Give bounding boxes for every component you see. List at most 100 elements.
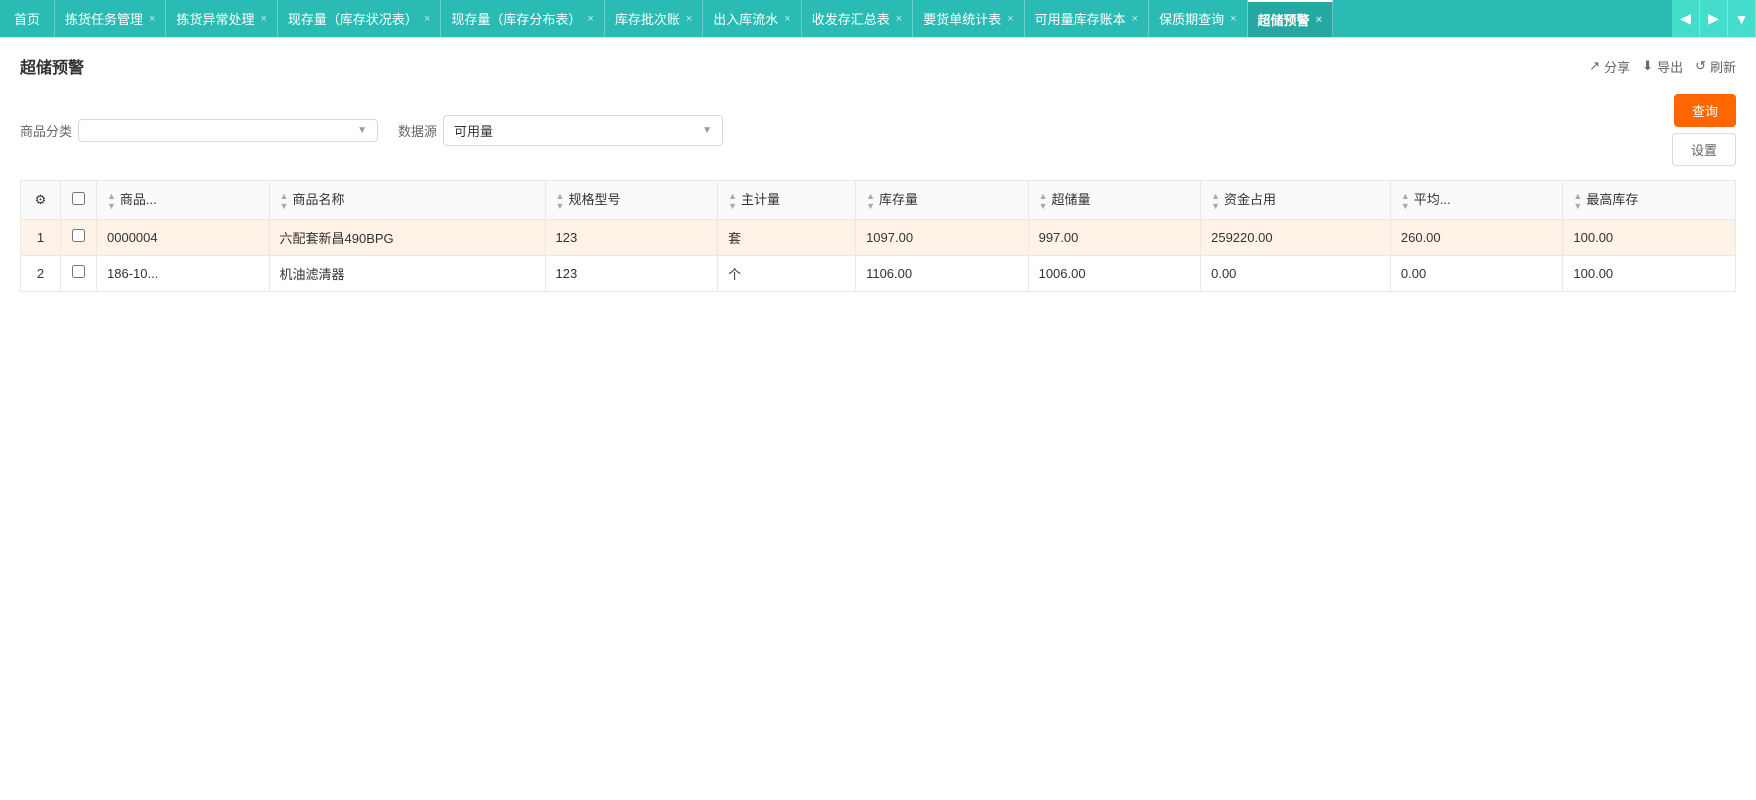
nav-tabs: 拣货任务管理×拣货异常处理×现存量（库存状况表）×现存量（库存分布表）×库存批次… bbox=[55, 0, 1672, 37]
tab-overstock-label: 超储预警 bbox=[1258, 10, 1310, 29]
main-content: 超储预警 ↗ 分享 ⬇ 导出 ↺ 刷新 商品分类 ▼ 数据源 bbox=[0, 38, 1756, 800]
tab-overstock-close-icon[interactable]: × bbox=[1316, 14, 1322, 26]
tab-stock-dist[interactable]: 现存量（库存分布表）× bbox=[441, 0, 604, 37]
share-label: 分享 bbox=[1604, 57, 1630, 76]
checkbox-0[interactable] bbox=[72, 229, 85, 242]
max-stock-0: 100.00 bbox=[1563, 219, 1736, 255]
tab-collect-close-icon[interactable]: × bbox=[896, 13, 902, 25]
col-spec-sort-icon: ▲▼ bbox=[556, 191, 565, 211]
export-button[interactable]: ⬇ 导出 bbox=[1642, 57, 1683, 76]
tab-inout[interactable]: 出入库流水× bbox=[703, 0, 801, 37]
nav-next-button[interactable]: ▶ bbox=[1700, 0, 1728, 38]
nav-more-button[interactable]: ▼ bbox=[1728, 0, 1756, 38]
stock-1: 1106.00 bbox=[856, 255, 1029, 291]
capital-0: 259220.00 bbox=[1201, 219, 1391, 255]
col-stock-sort-icon: ▲▼ bbox=[866, 191, 875, 211]
col-unit-label: 主计量 bbox=[741, 192, 780, 207]
col-overstock-sort-icon: ▲▼ bbox=[1039, 191, 1048, 211]
datasource-select[interactable]: 可用量 ▼ bbox=[443, 115, 723, 146]
share-icon: ↗ bbox=[1589, 58, 1600, 74]
checkbox-1[interactable] bbox=[72, 265, 85, 278]
col-spec-header[interactable]: ▲▼规格型号 bbox=[545, 181, 718, 220]
col-maxstock-label: 最高库存 bbox=[1586, 192, 1638, 207]
tab-stock-status-label: 现存量（库存状况表） bbox=[288, 9, 418, 28]
row-checkbox-1[interactable] bbox=[61, 255, 97, 291]
col-goods-name-sort-icon: ▲▼ bbox=[280, 191, 289, 211]
col-goods-code-sort-icon: ▲▼ bbox=[107, 191, 116, 211]
col-goods-code-label: 商品... bbox=[120, 192, 157, 207]
tab-avail-acct-close-icon[interactable]: × bbox=[1132, 13, 1138, 25]
query-button[interactable]: 查询 bbox=[1674, 94, 1736, 127]
tab-stock-status-close-icon[interactable]: × bbox=[424, 13, 430, 25]
tab-tender-mgmt[interactable]: 拣货任务管理× bbox=[55, 0, 166, 37]
select-all-checkbox[interactable] bbox=[72, 192, 85, 205]
filter-area: 商品分类 ▼ 数据源 可用量 ▼ 查询 设置 bbox=[20, 94, 1736, 166]
table-body: 10000004六配套新昌490BPG123套1097.00997.002592… bbox=[21, 219, 1736, 291]
share-button[interactable]: ↗ 分享 bbox=[1589, 57, 1630, 76]
tab-order-stat[interactable]: 要货单统计表 × bbox=[913, 0, 1024, 37]
col-header-checkbox[interactable] bbox=[61, 181, 97, 220]
tab-batch-close-icon[interactable]: × bbox=[686, 13, 692, 25]
stock-0: 1097.00 bbox=[856, 219, 1029, 255]
tab-quality[interactable]: 保质期查询 × bbox=[1149, 0, 1247, 37]
table-row: 2186-10...机油滤清器123个1106.001006.000.000.0… bbox=[21, 255, 1736, 291]
col-stock-header[interactable]: ▲▼库存量 bbox=[856, 181, 1029, 220]
overstock-1: 1006.00 bbox=[1028, 255, 1201, 291]
unit-1: 个 bbox=[718, 255, 856, 291]
datasource-filter: 数据源 可用量 ▼ bbox=[398, 115, 723, 146]
category-select[interactable]: ▼ bbox=[78, 119, 378, 142]
tab-stock-dist-close-icon[interactable]: × bbox=[587, 13, 593, 25]
col-capital-label: 资金占用 bbox=[1224, 192, 1276, 207]
col-unit-header[interactable]: ▲▼主计量 bbox=[718, 181, 856, 220]
col-goods-code-header[interactable]: ▲▼ 商品... bbox=[97, 181, 270, 220]
header-actions: ↗ 分享 ⬇ 导出 ↺ 刷新 bbox=[1589, 57, 1736, 76]
col-settings-gear[interactable]: ⚙ bbox=[21, 181, 61, 220]
tab-tender-abnormal-close-icon[interactable]: × bbox=[260, 13, 266, 25]
tab-batch-label: 库存批次账 bbox=[615, 9, 680, 28]
tab-inout-close-icon[interactable]: × bbox=[784, 13, 790, 25]
category-select-arrow-icon: ▼ bbox=[357, 125, 367, 136]
tab-order-stat-label: 要货单统计表 bbox=[923, 9, 1001, 28]
col-overstock-label: 超储量 bbox=[1052, 192, 1091, 207]
col-spec-label: 规格型号 bbox=[568, 192, 620, 207]
tab-quality-close-icon[interactable]: × bbox=[1230, 13, 1236, 25]
tab-order-stat-close-icon[interactable]: × bbox=[1007, 13, 1013, 25]
category-filter: 商品分类 ▼ bbox=[20, 119, 378, 142]
tab-overstock[interactable]: 超储预警 × bbox=[1248, 0, 1333, 37]
datasource-label: 数据源 bbox=[398, 121, 437, 140]
spec-1: 123 bbox=[545, 255, 718, 291]
nav-home[interactable]: 首页 bbox=[0, 0, 55, 37]
tab-collect[interactable]: 收发存汇总表 × bbox=[802, 0, 913, 37]
goods-code-0: 0000004 bbox=[97, 219, 270, 255]
data-table: ⚙▲▼商品...▲▼商品名称▲▼规格型号▲▼主计量▲▼库存量▲▼超储量▲▼资金占… bbox=[20, 180, 1736, 292]
goods-name-1: 机油滤清器 bbox=[269, 255, 545, 291]
row-checkbox-0[interactable] bbox=[61, 219, 97, 255]
tab-avail-acct-label: 可用量库存账本 bbox=[1035, 9, 1126, 28]
settings-button[interactable]: 设置 bbox=[1672, 133, 1736, 166]
tab-stock-status[interactable]: 现存量（库存状况表） × bbox=[278, 0, 441, 37]
col-avg-label: 平均... bbox=[1414, 192, 1451, 207]
col-overstock-header[interactable]: ▲▼ 超储量 bbox=[1028, 181, 1201, 220]
col-capital-header[interactable]: ▲▼ 资金占用 bbox=[1201, 181, 1391, 220]
col-capital-sort-icon: ▲▼ bbox=[1211, 191, 1220, 211]
col-goods-name-header[interactable]: ▲▼商品名称 bbox=[269, 181, 545, 220]
filter-buttons: 查询 设置 bbox=[1672, 94, 1736, 166]
page-title: 超储预警 bbox=[20, 54, 84, 78]
tab-tender-mgmt-close-icon[interactable]: × bbox=[149, 13, 155, 25]
tab-quality-label: 保质期查询 bbox=[1159, 9, 1224, 28]
unit-0: 套 bbox=[718, 219, 856, 255]
row-number-1: 2 bbox=[21, 255, 61, 291]
refresh-button[interactable]: ↺ 刷新 bbox=[1695, 57, 1736, 76]
refresh-icon: ↺ bbox=[1695, 58, 1706, 74]
datasource-arrow-icon: ▼ bbox=[702, 125, 712, 136]
col-maxstock-header[interactable]: ▲▼最高库存 bbox=[1563, 181, 1736, 220]
nav-prev-button[interactable]: ◀ bbox=[1672, 0, 1700, 38]
tab-batch[interactable]: 库存批次账 × bbox=[605, 0, 703, 37]
refresh-label: 刷新 bbox=[1710, 57, 1736, 76]
tab-avail-acct[interactable]: 可用量库存账本 × bbox=[1025, 0, 1149, 37]
max-stock-1: 100.00 bbox=[1563, 255, 1736, 291]
tab-tender-abnormal[interactable]: 拣货异常处理× bbox=[166, 0, 277, 37]
col-avg-header[interactable]: ▲▼平均... bbox=[1390, 181, 1563, 220]
tab-collect-label: 收发存汇总表 bbox=[812, 9, 890, 28]
goods-name-0: 六配套新昌490BPG bbox=[269, 219, 545, 255]
